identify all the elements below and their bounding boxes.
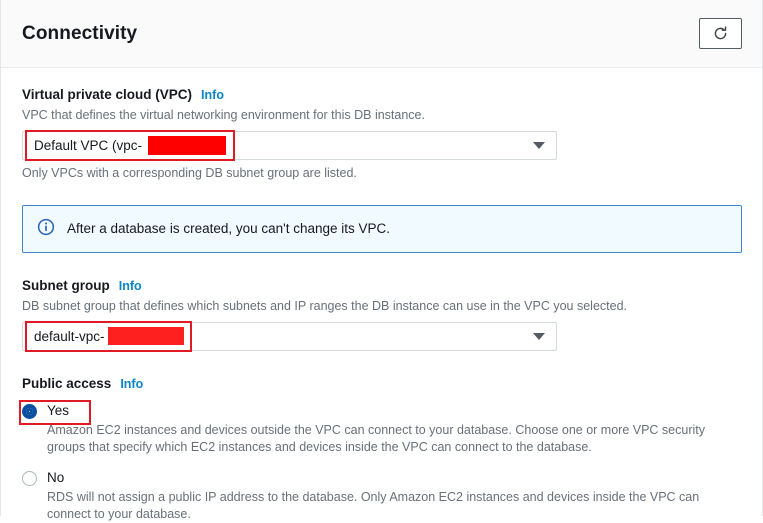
panel-header: Connectivity <box>1 0 762 68</box>
info-circle-icon <box>37 218 55 241</box>
connectivity-panel: Connectivity Virtual private cloud (VPC)… <box>0 0 763 521</box>
public-access-info-link[interactable]: Info <box>120 376 143 393</box>
subnet-group-label-row: Subnet group Info <box>22 277 741 295</box>
public-access-option-yes[interactable]: Yes Amazon EC2 instances and devices out… <box>19 400 741 456</box>
refresh-button[interactable] <box>699 18 742 49</box>
public-access-yes-content: Yes Amazon EC2 instances and devices out… <box>47 402 741 456</box>
vpc-label: Virtual private cloud (VPC) <box>22 87 193 102</box>
subnet-group-description: DB subnet group that defines which subne… <box>22 299 628 313</box>
subnet-group-section: Subnet group Info DB subnet group that d… <box>22 277 741 352</box>
page-title: Connectivity <box>22 22 138 44</box>
public-access-section: Public access Info Yes Amazon EC2 instan… <box>19 375 741 523</box>
subnet-group-select-wrap: default-vpc- <box>22 321 741 352</box>
subnet-group-select[interactable]: default-vpc- <box>22 322 557 351</box>
vpc-info-link[interactable]: Info <box>201 87 224 104</box>
radio-yes-label: Yes <box>47 403 70 418</box>
vpc-description: VPC that defines the virtual networking … <box>22 108 425 122</box>
public-access-radio-group: Yes Amazon EC2 instances and devices out… <box>19 400 741 523</box>
chevron-down-icon <box>533 333 545 340</box>
public-access-label: Public access <box>22 376 112 391</box>
refresh-icon <box>712 25 729 42</box>
radio-no-description: RDS will not assign a public IP address … <box>47 490 700 521</box>
radio-yes-description: Amazon EC2 instances and devices outside… <box>47 423 706 454</box>
vpc-select[interactable]: Default VPC (vpc- <box>22 131 557 160</box>
vpc-select-wrap: Default VPC (vpc- <box>22 130 741 161</box>
public-access-label-row: Public access Info <box>22 375 741 393</box>
subnet-group-selected-value: default-vpc- <box>34 329 105 344</box>
subnet-group-info-link[interactable]: Info <box>119 278 142 295</box>
radio-yes[interactable] <box>22 404 37 419</box>
vpc-hint: Only VPCs with a corresponding DB subnet… <box>22 166 357 180</box>
vpc-section: Virtual private cloud (VPC) Info VPC tha… <box>22 86 741 182</box>
public-access-option-no[interactable]: No RDS will not assign a public IP addre… <box>22 469 741 523</box>
vpc-selected-value: Default VPC (vpc- <box>34 138 143 153</box>
vpc-info-alert-text: After a database is created, you can't c… <box>67 221 391 236</box>
radio-no[interactable] <box>22 471 37 486</box>
vpc-redaction-bar <box>148 136 226 155</box>
vpc-label-row: Virtual private cloud (VPC) Info <box>22 86 741 104</box>
public-access-no-content: No RDS will not assign a public IP addre… <box>47 469 741 523</box>
radio-no-label: No <box>47 470 65 485</box>
subnet-group-label: Subnet group <box>22 278 110 293</box>
chevron-down-icon <box>533 142 545 149</box>
subnet-group-redaction-bar <box>108 327 184 345</box>
vpc-info-alert: After a database is created, you can't c… <box>22 205 742 253</box>
panel-body: Virtual private cloud (VPC) Info VPC tha… <box>1 68 762 523</box>
